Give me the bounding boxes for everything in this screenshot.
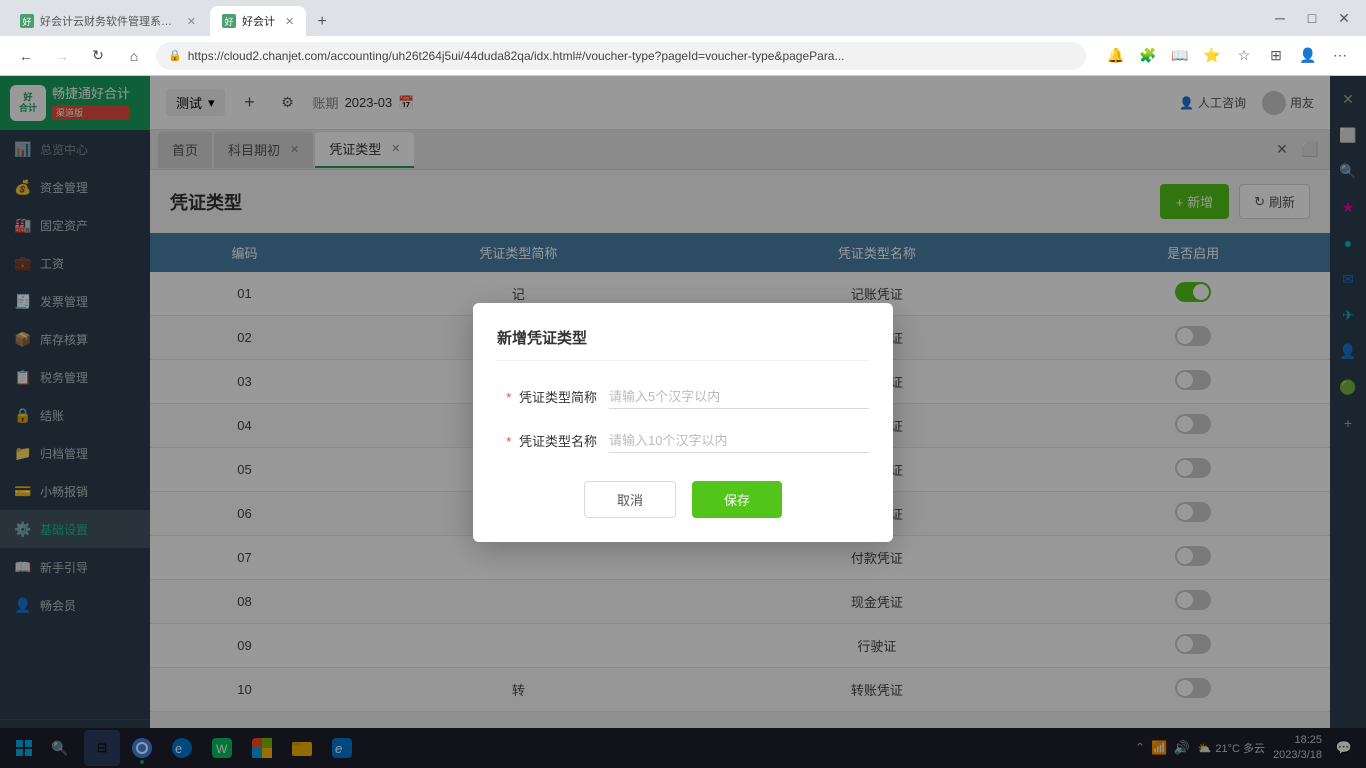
short-name-label-text: 凭证类型简称 [519, 390, 597, 405]
save-button[interactable]: 保存 [692, 481, 782, 518]
modal-overlay: 新增凭证类型 * 凭证类型简称 * 凭证类型名称 取消 保存 [0, 76, 1366, 768]
tab2-close[interactable]: ✕ [285, 15, 294, 28]
minimize-button[interactable]: ─ [1266, 4, 1294, 32]
short-name-input[interactable] [609, 385, 869, 409]
required-star-2: * [506, 434, 511, 449]
browser-tab-2[interactable]: 好 好会计 ✕ [210, 6, 306, 36]
menu-icon[interactable]: ⋯ [1326, 42, 1354, 70]
split-screen-icon[interactable]: ⊞ [1262, 42, 1290, 70]
close-button[interactable]: ✕ [1330, 4, 1358, 32]
tab2-favicon: 好 [222, 14, 236, 28]
reader-mode-icon[interactable]: 📖 [1166, 42, 1194, 70]
new-tab-button[interactable]: + [308, 8, 336, 36]
extension-alert-icon[interactable]: 🔔 [1102, 42, 1130, 70]
browser-tabs: 好 好会计云财务软件管理系统_会计 ✕ 好 好会计 ✕ + [8, 0, 1260, 36]
refresh-button[interactable]: ↻ [84, 42, 112, 70]
full-name-label: * 凭证类型名称 [497, 431, 597, 450]
cancel-button[interactable]: 取消 [584, 481, 676, 518]
favorites-icon[interactable]: ☆ [1230, 42, 1258, 70]
modal-title: 新增凭证类型 [497, 327, 869, 361]
add-voucher-type-modal: 新增凭证类型 * 凭证类型简称 * 凭证类型名称 取消 保存 [473, 303, 893, 542]
home-button[interactable]: ⌂ [120, 42, 148, 70]
restore-button[interactable]: □ [1298, 4, 1326, 32]
tab1-label: 好会计云财务软件管理系统_会计 [40, 13, 177, 29]
modal-actions: 取消 保存 [497, 481, 869, 518]
address-bar: ← → ↻ ⌂ 🔒 https://cloud2.chanjet.com/acc… [0, 36, 1366, 76]
profile-icon[interactable]: 👤 [1294, 42, 1322, 70]
short-name-row: * 凭证类型简称 [497, 385, 869, 409]
full-name-input[interactable] [609, 429, 869, 453]
browser-chrome: 好 好会计云财务软件管理系统_会计 ✕ 好 好会计 ✕ + ─ □ ✕ [0, 0, 1366, 36]
tab1-close[interactable]: ✕ [187, 15, 196, 28]
tab1-favicon: 好 [20, 14, 34, 28]
collections-icon[interactable]: ⭐ [1198, 42, 1226, 70]
ssl-icon: 🔒 [168, 49, 182, 62]
url-text: https://cloud2.chanjet.com/accounting/uh… [188, 49, 1074, 63]
short-name-label: * 凭证类型简称 [497, 387, 597, 406]
full-name-row: * 凭证类型名称 [497, 429, 869, 453]
required-star-1: * [506, 390, 511, 405]
browser-controls: ─ □ ✕ [1266, 4, 1358, 32]
forward-button[interactable]: → [48, 42, 76, 70]
back-button[interactable]: ← [12, 42, 40, 70]
tab2-label: 好会计 [242, 13, 275, 29]
browser-action-icons: 🔔 🧩 📖 ⭐ ☆ ⊞ 👤 ⋯ [1102, 42, 1354, 70]
address-input[interactable]: 🔒 https://cloud2.chanjet.com/accounting/… [156, 42, 1086, 70]
browser-tab-1[interactable]: 好 好会计云财务软件管理系统_会计 ✕ [8, 6, 208, 36]
full-name-label-text: 凭证类型名称 [519, 434, 597, 449]
extensions-icon[interactable]: 🧩 [1134, 42, 1162, 70]
